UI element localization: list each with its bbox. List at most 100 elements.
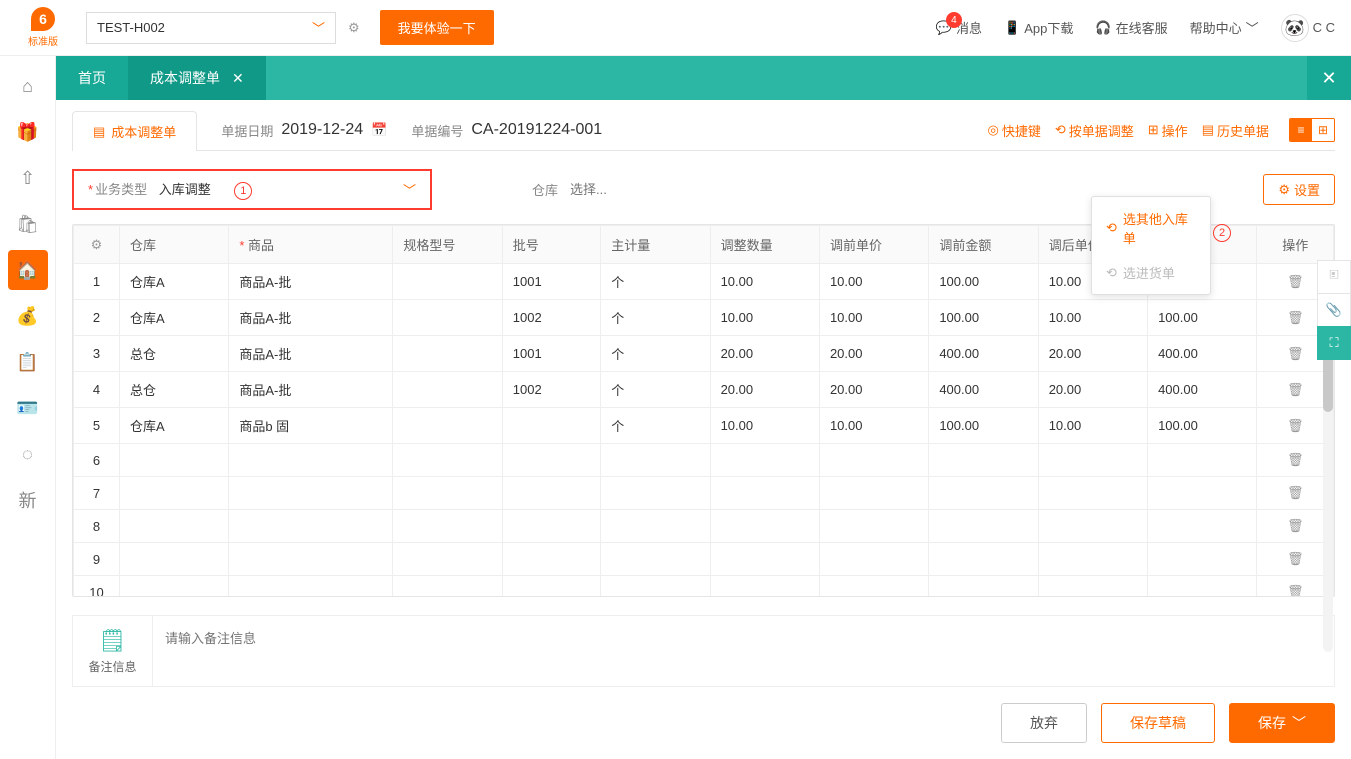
table-row[interactable]: 9🗑 xyxy=(74,543,1334,576)
cell-unit[interactable] xyxy=(601,576,710,598)
business-type-select[interactable]: *业务类型 入库调整 1 ﹀ xyxy=(72,169,432,210)
cell-amt-before[interactable] xyxy=(929,576,1038,598)
cell-amt-before[interactable]: 100.00 xyxy=(929,264,1038,300)
cell-spec[interactable] xyxy=(393,444,502,477)
warehouse-input[interactable] xyxy=(570,182,770,197)
sidebar-home-icon[interactable]: ⌂ xyxy=(8,66,48,106)
cell-qty[interactable]: 10.00 xyxy=(710,300,819,336)
cell-product[interactable]: 商品A-批 xyxy=(229,336,393,372)
cell-amt-after[interactable] xyxy=(1148,444,1257,477)
cell-spec[interactable] xyxy=(393,543,502,576)
tab-cost-adjust[interactable]: 成本调整单 ✕ xyxy=(128,56,266,100)
messages-link[interactable]: 💬 消息 4 xyxy=(936,18,982,37)
cell-batch[interactable]: 1001 xyxy=(502,336,600,372)
cell-price-before[interactable] xyxy=(819,510,928,543)
cell-batch[interactable] xyxy=(502,444,600,477)
cell-product[interactable] xyxy=(229,477,393,510)
remarks-input[interactable] xyxy=(153,616,1334,686)
cell-batch[interactable] xyxy=(502,543,600,576)
cell-batch[interactable]: 1002 xyxy=(502,300,600,336)
cell-price-before[interactable]: 20.00 xyxy=(819,372,928,408)
table-row[interactable]: 4总仓商品A-批1002个20.0020.00400.0020.00400.00… xyxy=(74,372,1334,408)
cell-batch[interactable] xyxy=(502,510,600,543)
cell-price-before[interactable]: 10.00 xyxy=(819,264,928,300)
table-row[interactable]: 5仓库A商品b 固个10.0010.00100.0010.00100.00🗑 xyxy=(74,408,1334,444)
tab-home[interactable]: 首页 xyxy=(56,56,128,100)
cell-amt-before[interactable]: 100.00 xyxy=(929,408,1038,444)
cell-amt-after[interactable] xyxy=(1148,477,1257,510)
cell-spec[interactable] xyxy=(393,408,502,444)
operations-link[interactable]: ⊞操作 xyxy=(1148,121,1188,140)
cell-amt-before[interactable]: 100.00 xyxy=(929,300,1038,336)
save-draft-button[interactable]: 保存草稿 xyxy=(1101,703,1215,743)
sidebar-money-icon[interactable]: 💰 xyxy=(8,296,48,336)
sidebar-circle-icon[interactable]: ◌ xyxy=(8,434,48,474)
tool-note-icon[interactable]: 🗉 xyxy=(1317,260,1351,294)
cell-price-after[interactable]: 20.00 xyxy=(1038,372,1147,408)
shortcut-link[interactable]: ◎快捷键 xyxy=(987,121,1040,140)
cell-qty[interactable]: 20.00 xyxy=(710,336,819,372)
table-row[interactable]: 8🗑 xyxy=(74,510,1334,543)
table-row[interactable]: 6🗑 xyxy=(74,444,1334,477)
cell-price-before[interactable]: 10.00 xyxy=(819,300,928,336)
cell-unit[interactable] xyxy=(601,444,710,477)
cell-price-after[interactable]: 10.00 xyxy=(1038,300,1147,336)
cell-price-before[interactable]: 10.00 xyxy=(819,408,928,444)
cell-batch[interactable] xyxy=(502,576,600,598)
cell-product[interactable]: 商品A-批 xyxy=(229,300,393,336)
cell-warehouse[interactable]: 总仓 xyxy=(119,372,228,408)
cell-qty[interactable]: 20.00 xyxy=(710,372,819,408)
cell-qty[interactable] xyxy=(710,444,819,477)
cell-product[interactable] xyxy=(229,444,393,477)
cell-amt-before[interactable]: 400.00 xyxy=(929,372,1038,408)
cell-amt-before[interactable] xyxy=(929,543,1038,576)
date-value[interactable]: 2019-12-24 xyxy=(281,121,363,139)
cell-amt-after[interactable] xyxy=(1148,576,1257,598)
cell-amt-before[interactable] xyxy=(929,444,1038,477)
cell-qty[interactable] xyxy=(710,576,819,598)
cell-warehouse[interactable] xyxy=(119,510,228,543)
sidebar-list-icon[interactable]: 📋 xyxy=(8,342,48,382)
calendar-icon[interactable]: 📅 xyxy=(371,122,387,138)
table-row[interactable]: 7🗑 xyxy=(74,477,1334,510)
cell-amt-after[interactable]: 400.00 xyxy=(1148,336,1257,372)
cell-warehouse[interactable]: 仓库A xyxy=(119,300,228,336)
table-settings-header[interactable]: ⚙ xyxy=(74,226,120,264)
customer-service-link[interactable]: 🎧 在线客服 xyxy=(1095,18,1167,37)
cell-price-after[interactable] xyxy=(1038,543,1147,576)
cell-price-after[interactable] xyxy=(1038,477,1147,510)
cell-unit[interactable]: 个 xyxy=(601,336,710,372)
cell-product[interactable]: 商品A-批 xyxy=(229,372,393,408)
close-all-tabs[interactable]: ✕ xyxy=(1307,56,1351,100)
table-row[interactable]: 2仓库A商品A-批1002个10.0010.00100.0010.00100.0… xyxy=(74,300,1334,336)
cell-price-after[interactable] xyxy=(1038,576,1147,598)
tool-attachment-icon[interactable]: 📎 xyxy=(1317,293,1351,327)
app-download-link[interactable]: 📱 App下载 xyxy=(1004,18,1073,37)
cell-price-before[interactable] xyxy=(819,477,928,510)
sidebar-warehouse-icon[interactable]: 🏠 xyxy=(8,250,48,290)
close-tab-icon[interactable]: ✕ xyxy=(232,70,244,87)
cell-unit[interactable]: 个 xyxy=(601,264,710,300)
view-grid-button[interactable]: ⊞ xyxy=(1312,119,1334,141)
cell-qty[interactable] xyxy=(710,510,819,543)
cell-amt-before[interactable] xyxy=(929,477,1038,510)
cell-product[interactable]: 商品A-批 xyxy=(229,264,393,300)
save-button[interactable]: 保存 ﹀ xyxy=(1229,703,1335,743)
help-center-link[interactable]: 帮助中心 ﹀ xyxy=(1190,18,1259,37)
table-row[interactable]: 3总仓商品A-批1001个20.0020.00400.0020.00400.00… xyxy=(74,336,1334,372)
cell-price-after[interactable] xyxy=(1038,510,1147,543)
org-selector[interactable]: TEST-H002 ﹀ xyxy=(86,12,336,44)
cell-amt-after[interactable]: 400.00 xyxy=(1148,372,1257,408)
cell-price-after[interactable]: 20.00 xyxy=(1038,336,1147,372)
sidebar-gift-icon[interactable]: 🎁 xyxy=(8,112,48,152)
cell-product[interactable]: 商品b 固 xyxy=(229,408,393,444)
cell-product[interactable] xyxy=(229,543,393,576)
cell-qty[interactable] xyxy=(710,477,819,510)
cell-amt-after[interactable] xyxy=(1148,510,1257,543)
cell-spec[interactable] xyxy=(393,576,502,598)
cell-price-after[interactable]: 10.00 xyxy=(1038,408,1147,444)
cell-amt-after[interactable] xyxy=(1148,543,1257,576)
cell-amt-before[interactable]: 400.00 xyxy=(929,336,1038,372)
cell-unit[interactable] xyxy=(601,510,710,543)
sidebar-house-up-icon[interactable]: ⇧ xyxy=(8,158,48,198)
